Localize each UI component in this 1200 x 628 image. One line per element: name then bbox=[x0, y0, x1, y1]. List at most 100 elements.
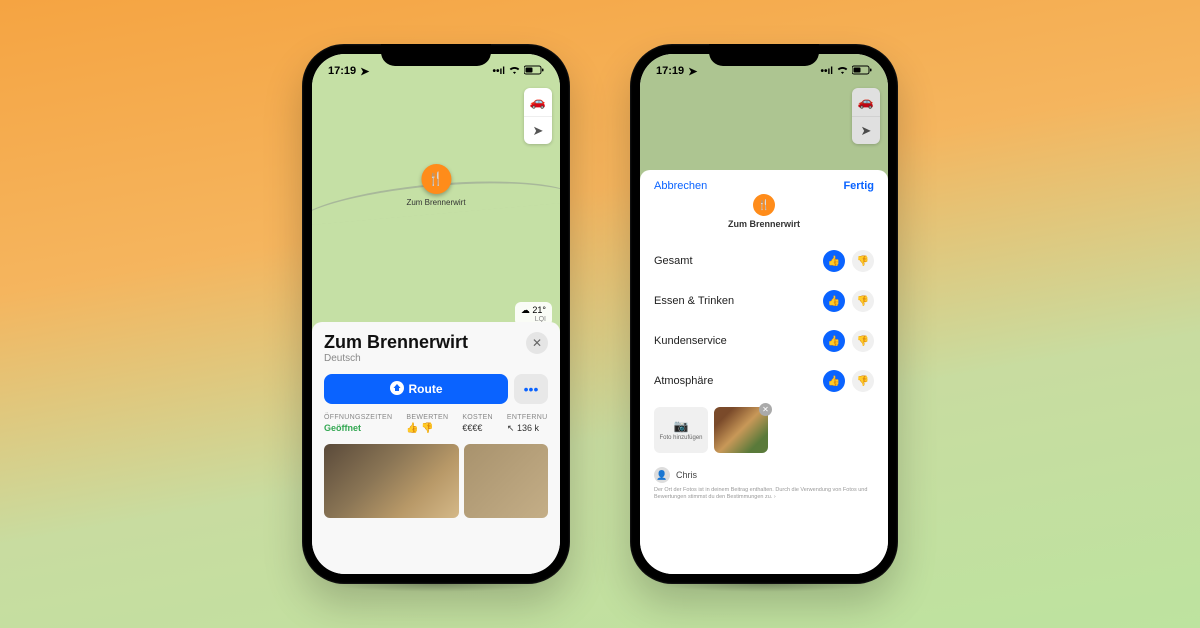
thumb-down-button[interactable]: 👎 bbox=[852, 250, 874, 272]
distance-value: ↖ 136 k bbox=[507, 423, 548, 434]
thumb-down-button[interactable]: 👎 bbox=[852, 370, 874, 392]
wifi-icon bbox=[836, 65, 849, 78]
rating-label: Essen & Trinken bbox=[654, 295, 734, 307]
place-card: Zum Brennerwirt Deutsch ✕ Route ••• bbox=[312, 322, 560, 574]
location-icon: ➤ bbox=[360, 65, 369, 78]
rating-row-service: Kundenservice 👍 👎 bbox=[654, 321, 874, 361]
review-place: Zum Brennerwirt bbox=[654, 219, 874, 229]
hours-col[interactable]: ÖFFNUNGSZEITEN Geöffnet bbox=[324, 414, 392, 434]
cost-col[interactable]: KOSTEN €€€€ bbox=[462, 414, 493, 434]
time-text: 17:19 bbox=[328, 65, 356, 77]
more-button[interactable]: ••• bbox=[514, 374, 548, 404]
screen-right: 17:19 ➤ ••ıl 🚗 ➤ Abbrechen Fe bbox=[640, 54, 888, 574]
route-label: Route bbox=[409, 382, 443, 396]
camera-icon: 📷 bbox=[674, 419, 689, 433]
rating-label: Atmosphäre bbox=[654, 375, 713, 387]
close-icon: ✕ bbox=[532, 336, 542, 350]
thumb-down-icon[interactable]: 👎 bbox=[421, 423, 434, 434]
status-indicators: ••ıl bbox=[820, 65, 872, 78]
rating-row-gesamt: Gesamt 👍 👎 bbox=[654, 241, 874, 281]
map-controls: 🚗 ➤ bbox=[852, 88, 880, 144]
status-time: 17:19 ➤ bbox=[328, 65, 369, 78]
rating-controls: 👍 👎 bbox=[823, 330, 874, 352]
phone-shadow bbox=[657, 576, 871, 592]
hours-value: Geöffnet bbox=[324, 423, 392, 433]
user-name: Chris bbox=[676, 470, 697, 480]
distance-label: ENTFERNU bbox=[507, 414, 548, 421]
rating-label: Gesamt bbox=[654, 255, 693, 267]
thumb-down-button[interactable]: 👎 bbox=[852, 290, 874, 312]
add-photo-label: Foto hinzufügen bbox=[659, 435, 702, 441]
thumb-up-button[interactable]: 👍 bbox=[823, 250, 845, 272]
thumb-up-icon[interactable]: 👍 bbox=[406, 423, 419, 434]
place-subtitle: Deutsch bbox=[324, 353, 468, 364]
review-sheet: Abbrechen Fertig 🍴 Zum Brennerwirt Gesam… bbox=[640, 170, 888, 574]
pin-label: Zum Brennerwirt bbox=[406, 198, 465, 207]
status-indicators: ••ıl bbox=[492, 65, 544, 78]
signal-icon: ••ıl bbox=[492, 66, 505, 77]
avatar: 👤 bbox=[654, 467, 670, 483]
rate-thumbs: 👍 👎 bbox=[406, 423, 448, 434]
done-button[interactable]: Fertig bbox=[843, 180, 874, 192]
add-photo-button[interactable]: 📷 Foto hinzufügen bbox=[654, 407, 708, 453]
status-time: 17:19 ➤ bbox=[656, 65, 697, 78]
restaurant-icon: 🍴 bbox=[421, 164, 451, 194]
directions-icon bbox=[390, 381, 404, 398]
rating-list: Gesamt 👍 👎 Essen & Trinken 👍 👎 Kundenser… bbox=[654, 241, 874, 401]
screen-left: 17:19 ➤ ••ıl 🍴 Zum Brennerwirt 🚗 bbox=[312, 54, 560, 574]
rate-col[interactable]: BEWERTEN 👍 👎 bbox=[406, 414, 448, 434]
map-controls: 🚗 ➤ bbox=[524, 88, 552, 144]
map-pin[interactable]: 🍴 Zum Brennerwirt bbox=[406, 164, 465, 207]
driving-mode-button[interactable]: 🚗 bbox=[852, 88, 880, 116]
phone-right: 17:19 ➤ ••ıl 🚗 ➤ Abbrechen Fe bbox=[630, 44, 898, 584]
place-header: Zum Brennerwirt Deutsch ✕ bbox=[324, 332, 548, 364]
more-icon: ••• bbox=[524, 381, 539, 397]
cost-label: KOSTEN bbox=[462, 414, 493, 421]
photo-2[interactable] bbox=[464, 444, 548, 518]
locate-button[interactable]: ➤ bbox=[852, 116, 880, 144]
rating-row-essen: Essen & Trinken 👍 👎 bbox=[654, 281, 874, 321]
place-title: Zum Brennerwirt bbox=[324, 332, 468, 353]
action-row: Route ••• bbox=[324, 374, 548, 404]
signal-icon: ••ıl bbox=[820, 66, 833, 77]
locate-button[interactable]: ➤ bbox=[524, 116, 552, 144]
cancel-button[interactable]: Abbrechen bbox=[654, 180, 707, 192]
thumb-up-button[interactable]: 👍 bbox=[823, 290, 845, 312]
rate-label: BEWERTEN bbox=[406, 414, 448, 421]
close-button[interactable]: ✕ bbox=[526, 332, 548, 354]
thumb-up-button[interactable]: 👍 bbox=[823, 370, 845, 392]
time-text: 17:19 bbox=[656, 65, 684, 77]
phone-shadow bbox=[329, 576, 543, 592]
review-photo-row: 📷 Foto hinzufügen bbox=[654, 407, 874, 453]
notch bbox=[381, 44, 491, 66]
driving-mode-button[interactable]: 🚗 bbox=[524, 88, 552, 116]
attached-photo[interactable] bbox=[714, 407, 768, 453]
thumb-down-button[interactable]: 👎 bbox=[852, 330, 874, 352]
photo-strip[interactable] bbox=[324, 444, 548, 518]
notch bbox=[709, 44, 819, 66]
route-button[interactable]: Route bbox=[324, 374, 508, 404]
wifi-icon bbox=[508, 65, 521, 78]
rating-row-atmosphere: Atmosphäre 👍 👎 bbox=[654, 361, 874, 401]
phone-left: 17:19 ➤ ••ıl 🍴 Zum Brennerwirt 🚗 bbox=[302, 44, 570, 584]
photo-1[interactable] bbox=[324, 444, 459, 518]
info-strip: ÖFFNUNGSZEITEN Geöffnet BEWERTEN 👍 👎 KOS… bbox=[324, 414, 548, 434]
weather-temp: ☁ 21° bbox=[521, 305, 546, 316]
battery-icon bbox=[524, 65, 544, 78]
map-area[interactable]: 🍴 Zum Brennerwirt 🚗 ➤ ☁ 21° LQI bbox=[312, 54, 560, 334]
rating-controls: 👍 👎 bbox=[823, 370, 874, 392]
restaurant-icon: 🍴 bbox=[753, 194, 775, 216]
battery-icon bbox=[852, 65, 872, 78]
review-header: Abbrechen Fertig bbox=[654, 180, 874, 192]
cost-value: €€€€ bbox=[462, 423, 493, 433]
review-title-block: 🍴 Zum Brennerwirt bbox=[654, 194, 874, 229]
disclaimer-text[interactable]: Der Ort der Fotos ist in deinem Beitrag … bbox=[654, 487, 874, 501]
location-icon: ➤ bbox=[688, 65, 697, 78]
distance-col[interactable]: ENTFERNU ↖ 136 k bbox=[507, 414, 548, 434]
thumb-up-button[interactable]: 👍 bbox=[823, 330, 845, 352]
rating-controls: 👍 👎 bbox=[823, 250, 874, 272]
user-row: 👤 Chris bbox=[654, 467, 874, 483]
rating-controls: 👍 👎 bbox=[823, 290, 874, 312]
rating-label: Kundenservice bbox=[654, 335, 727, 347]
hours-label: ÖFFNUNGSZEITEN bbox=[324, 414, 392, 421]
